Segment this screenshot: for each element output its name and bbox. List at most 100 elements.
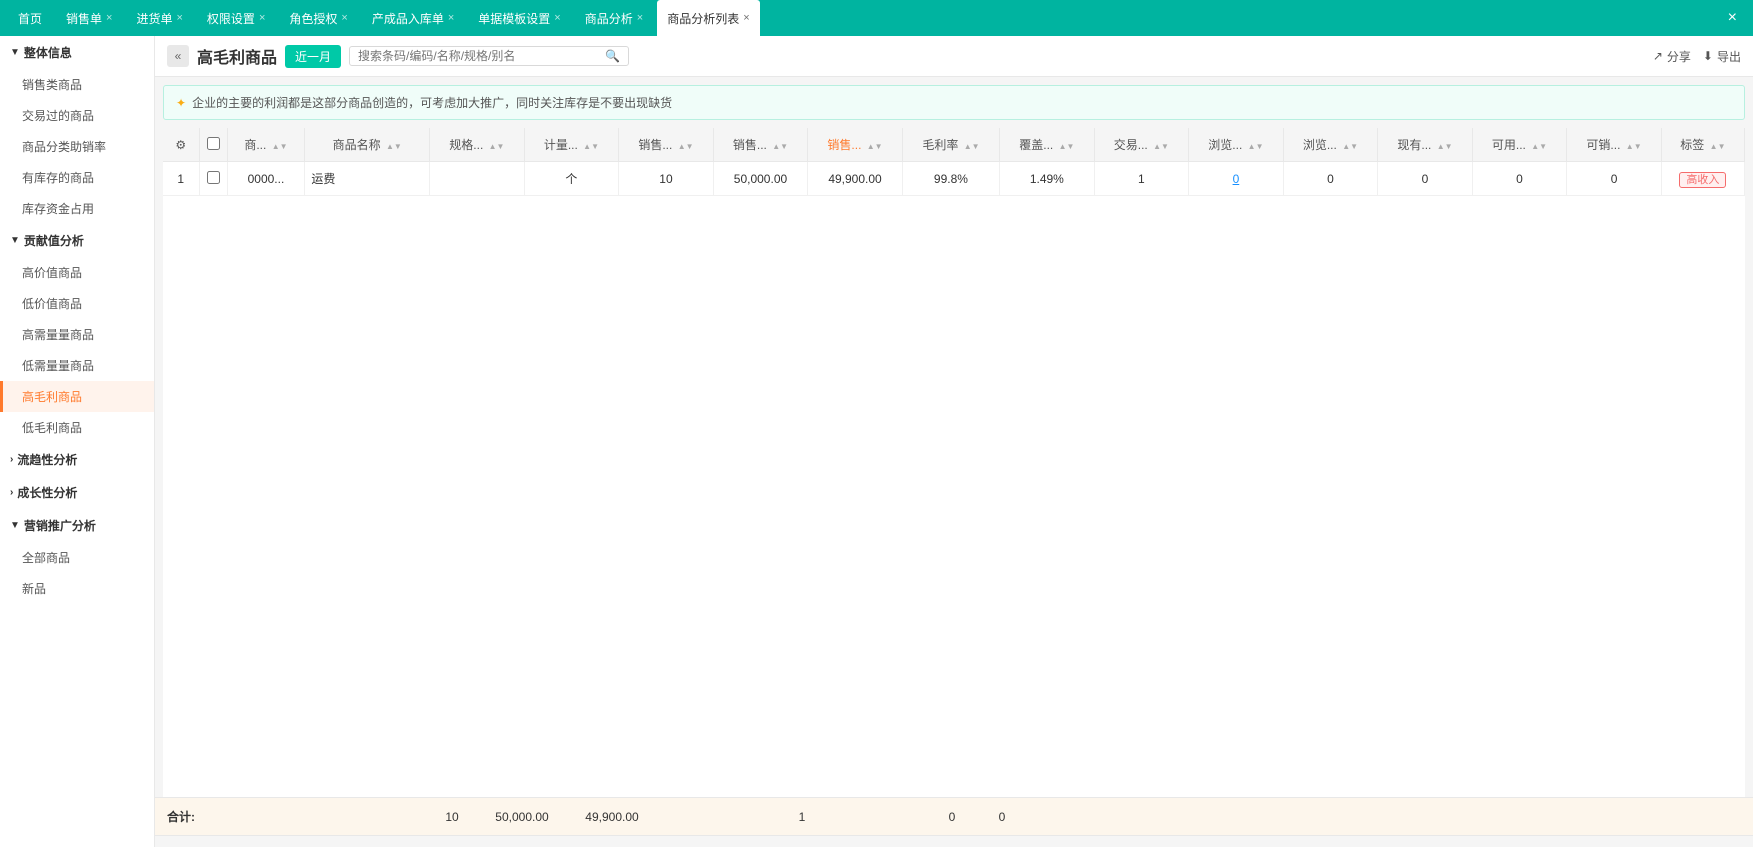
nav-permission[interactable]: 权限设置 × xyxy=(197,0,275,36)
sidebar-item-category-rate[interactable]: 商品分类助销率 xyxy=(0,131,154,162)
cell-name: 运费 xyxy=(305,162,430,196)
sidebar-group-flow[interactable]: › 流趋性分析 xyxy=(0,443,154,476)
horizontal-scrollbar[interactable] xyxy=(155,835,1753,847)
nav-purchase[interactable]: 进货单 × xyxy=(126,0,192,36)
main-content: « 高毛利商品 近一月 🔍 ↗ 分享 ⬇ 导出 ✦ 企业的主要的利润都是这部 xyxy=(155,36,1753,847)
footer-gross-rate xyxy=(657,810,717,824)
chevron-down-icon-2: ▼ xyxy=(10,235,20,246)
col-current[interactable]: 现有... ▲▼ xyxy=(1378,128,1473,162)
footer-browse1 xyxy=(827,810,877,824)
col-browse2[interactable]: 浏览... ▲▼ xyxy=(1283,128,1378,162)
export-icon: ⬇ xyxy=(1703,49,1713,63)
sidebar-group-overall-items: 销售类商品 交易过的商品 商品分类助销率 有库存的商品 库存资金占用 xyxy=(0,69,154,224)
close-purchase-tab[interactable]: × xyxy=(176,12,182,24)
col-sales2[interactable]: 销售... ▲▼ xyxy=(713,128,808,162)
close-permission-tab[interactable]: × xyxy=(259,12,265,24)
close-template-tab[interactable]: × xyxy=(554,12,560,24)
col-gross-rate[interactable]: 毛利率 ▲▼ xyxy=(902,128,999,162)
col-sales1[interactable]: 销售... ▲▼ xyxy=(619,128,714,162)
search-input[interactable] xyxy=(358,49,605,63)
sidebar-item-low-margin[interactable]: 低毛利商品 xyxy=(0,412,154,443)
footer-sales1 xyxy=(347,810,427,824)
info-text: 企业的主要的利润都是这部分商品创造的，可考虑加大推广，同时关注库存是不要出现缺货 xyxy=(192,94,672,111)
col-coverage[interactable]: 覆盖... ▲▼ xyxy=(1000,128,1095,162)
cell-available: 0 xyxy=(1472,162,1567,196)
cell-current: 0 xyxy=(1378,162,1473,196)
sidebar-item-high-value[interactable]: 高价值商品 xyxy=(0,257,154,288)
footer-current: 0 xyxy=(927,810,977,824)
search-icon[interactable]: 🔍 xyxy=(605,49,620,63)
cell-browse1[interactable]: 0 xyxy=(1189,162,1284,196)
sidebar-item-traded-goods[interactable]: 交易过的商品 xyxy=(0,100,154,131)
select-all-checkbox[interactable] xyxy=(207,137,220,150)
tag-badge: 高收入 xyxy=(1679,172,1726,188)
close-goods-analysis-list-tab[interactable]: × xyxy=(743,12,749,24)
col-available[interactable]: 可用... ▲▼ xyxy=(1472,128,1567,162)
sidebar-item-high-margin[interactable]: 高毛利商品 xyxy=(0,381,154,412)
row-checkbox[interactable] xyxy=(207,171,220,184)
col-unit[interactable]: 计量... ▲▼ xyxy=(524,128,619,162)
sidebar-item-stock-capital[interactable]: 库存资金占用 xyxy=(0,193,154,224)
sidebar-group-contribution[interactable]: ▼ 贡献值分析 xyxy=(0,224,154,257)
sidebar-item-low-demand[interactable]: 低需量量商品 xyxy=(0,350,154,381)
cell-unit: 个 xyxy=(524,162,619,196)
sidebar-item-new-goods[interactable]: 新品 xyxy=(0,573,154,604)
share-button[interactable]: ↗ 分享 xyxy=(1653,48,1691,65)
col-settings[interactable]: ⚙ xyxy=(163,128,199,162)
col-name[interactable]: 商品名称 ▲▼ xyxy=(305,128,430,162)
chevron-right-icon-2: › xyxy=(10,487,13,498)
table-row: 1 0000... 运费 个 10 50,000.00 49,900.00 99… xyxy=(163,162,1745,196)
content-header: « 高毛利商品 近一月 🔍 ↗ 分享 ⬇ 导出 xyxy=(155,36,1753,77)
cell-index: 1 xyxy=(163,162,199,196)
chevron-right-icon: › xyxy=(10,454,13,465)
sidebar-group-overall[interactable]: ▼ 整体信息 xyxy=(0,36,154,69)
header-actions: ↗ 分享 ⬇ 导出 xyxy=(1653,48,1741,65)
page-title: 高毛利商品 xyxy=(197,44,277,68)
close-role-tab[interactable]: × xyxy=(341,12,347,24)
export-button[interactable]: ⬇ 导出 xyxy=(1703,48,1741,65)
sidebar-group-growth[interactable]: › 成长性分析 xyxy=(0,476,154,509)
cell-spec xyxy=(430,162,525,196)
sidebar-item-all-goods[interactable]: 全部商品 xyxy=(0,542,154,573)
footer-sales2: 50,000.00 xyxy=(477,810,567,824)
table-wrapper: ⚙ 商... ▲▼ 商品名称 ▲▼ 规格... xyxy=(163,128,1745,797)
close-sales-tab[interactable]: × xyxy=(106,12,112,24)
footer-available: 0 xyxy=(977,810,1027,824)
sidebar-item-stock-goods[interactable]: 有库存的商品 xyxy=(0,162,154,193)
main-layout: ▼ 整体信息 销售类商品 交易过的商品 商品分类助销率 有库存的商品 库存资金占… xyxy=(0,36,1753,847)
cell-sales3: 49,900.00 xyxy=(808,162,903,196)
nav-sales[interactable]: 销售单 × xyxy=(56,0,122,36)
footer-total: 合计: 10 50,000.00 49,900.00 1 0 0 xyxy=(155,797,1753,835)
sidebar-group-marketing[interactable]: ▼ 营销推广分析 xyxy=(0,509,154,542)
close-all-tabs[interactable]: × xyxy=(1720,9,1745,27)
cell-browse2: 0 xyxy=(1283,162,1378,196)
col-browse1[interactable]: 浏览... ▲▼ xyxy=(1189,128,1284,162)
col-transaction[interactable]: 交易... ▲▼ xyxy=(1094,128,1189,162)
sidebar-item-sales-goods[interactable]: 销售类商品 xyxy=(0,69,154,100)
sidebar-item-high-demand[interactable]: 高需量量商品 xyxy=(0,319,154,350)
sidebar-item-low-value[interactable]: 低价值商品 xyxy=(0,288,154,319)
cell-sales2: 50,000.00 xyxy=(713,162,808,196)
col-sellable[interactable]: 可销... ▲▼ xyxy=(1567,128,1662,162)
close-product-stock-tab[interactable]: × xyxy=(448,12,454,24)
nav-product-stock[interactable]: 产成品入库单 × xyxy=(362,0,464,36)
col-spec[interactable]: 规格... ▲▼ xyxy=(430,128,525,162)
nav-goods-analysis-list[interactable]: 商品分析列表 × xyxy=(657,0,759,36)
close-goods-analysis-tab[interactable]: × xyxy=(637,12,643,24)
time-filter-button[interactable]: 近一月 xyxy=(285,45,341,68)
cell-coverage: 1.49% xyxy=(1000,162,1095,196)
nav-goods-analysis[interactable]: 商品分析 × xyxy=(575,0,653,36)
col-code[interactable]: 商... ▲▼ xyxy=(227,128,305,162)
collapse-sidebar-button[interactable]: « xyxy=(167,45,189,67)
info-icon: ✦ xyxy=(176,96,186,110)
sidebar-group-marketing-items: 全部商品 新品 xyxy=(0,542,154,604)
nav-home[interactable]: 首页 xyxy=(8,0,52,36)
nav-role[interactable]: 角色授权 × xyxy=(279,0,357,36)
footer-sales1-val: 10 xyxy=(427,810,477,824)
cell-transaction: 1 xyxy=(1094,162,1189,196)
nav-template[interactable]: 单据模板设置 × xyxy=(468,0,570,36)
cell-checkbox[interactable] xyxy=(199,162,227,196)
footer-cells: 10 50,000.00 49,900.00 1 0 0 xyxy=(347,810,1741,824)
col-sales3[interactable]: 销售... ▲▼ xyxy=(808,128,903,162)
col-tag[interactable]: 标签 ▲▼ xyxy=(1661,128,1744,162)
